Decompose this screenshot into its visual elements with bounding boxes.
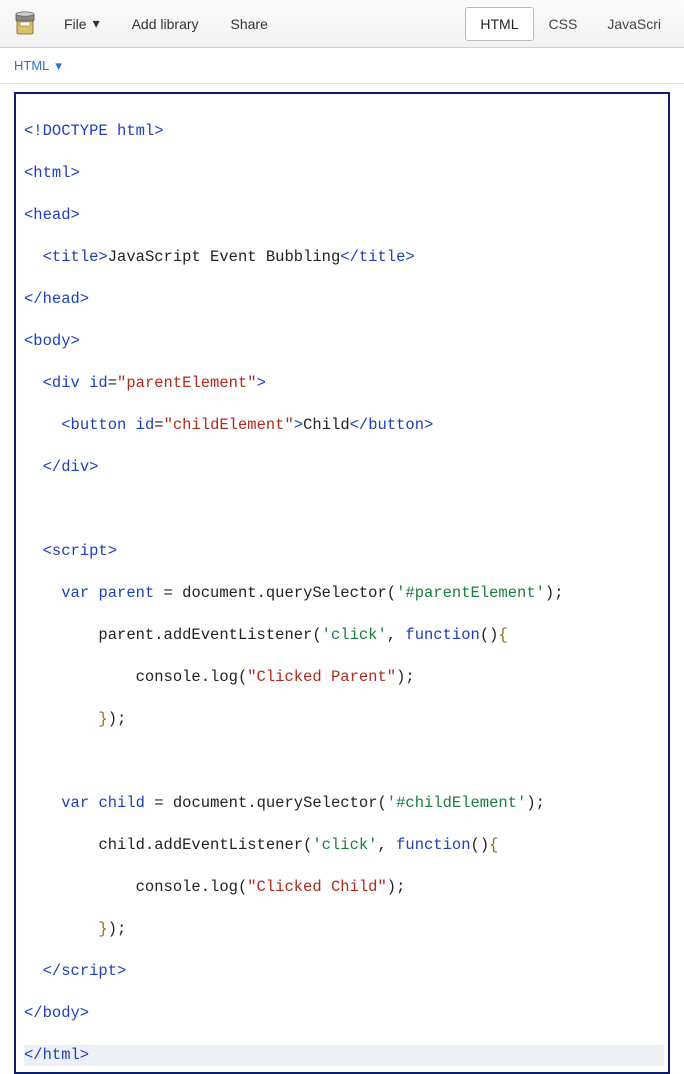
code-editor[interactable]: <!DOCTYPE html> <html> <head> <title>Jav… (14, 92, 670, 1074)
file-menu-label: File (64, 16, 87, 32)
code-content: <!DOCTYPE html> <html> <head> <title>Jav… (24, 100, 664, 1066)
main-toolbar: File ▾ Add library Share HTML CSS JavaSc… (0, 0, 684, 48)
chevron-down-icon: ▾ (93, 15, 100, 32)
html-panel-dropdown[interactable]: HTML ▾ (14, 58, 62, 74)
tab-css[interactable]: CSS (534, 7, 593, 41)
add-library-button[interactable]: Add library (126, 12, 205, 36)
chevron-down-icon: ▾ (55, 58, 62, 74)
toolbar-left: File ▾ Add library Share (8, 11, 274, 37)
share-button[interactable]: Share (225, 12, 274, 36)
html-panel-label: HTML (14, 58, 49, 73)
toolbar-right: HTML CSS JavaScri (465, 7, 676, 41)
sub-toolbar: HTML ▾ (0, 48, 684, 84)
app-logo-icon (12, 11, 38, 37)
tab-javascript[interactable]: JavaScri (592, 7, 676, 41)
file-menu[interactable]: File ▾ (58, 11, 106, 36)
tab-html[interactable]: HTML (465, 7, 533, 41)
